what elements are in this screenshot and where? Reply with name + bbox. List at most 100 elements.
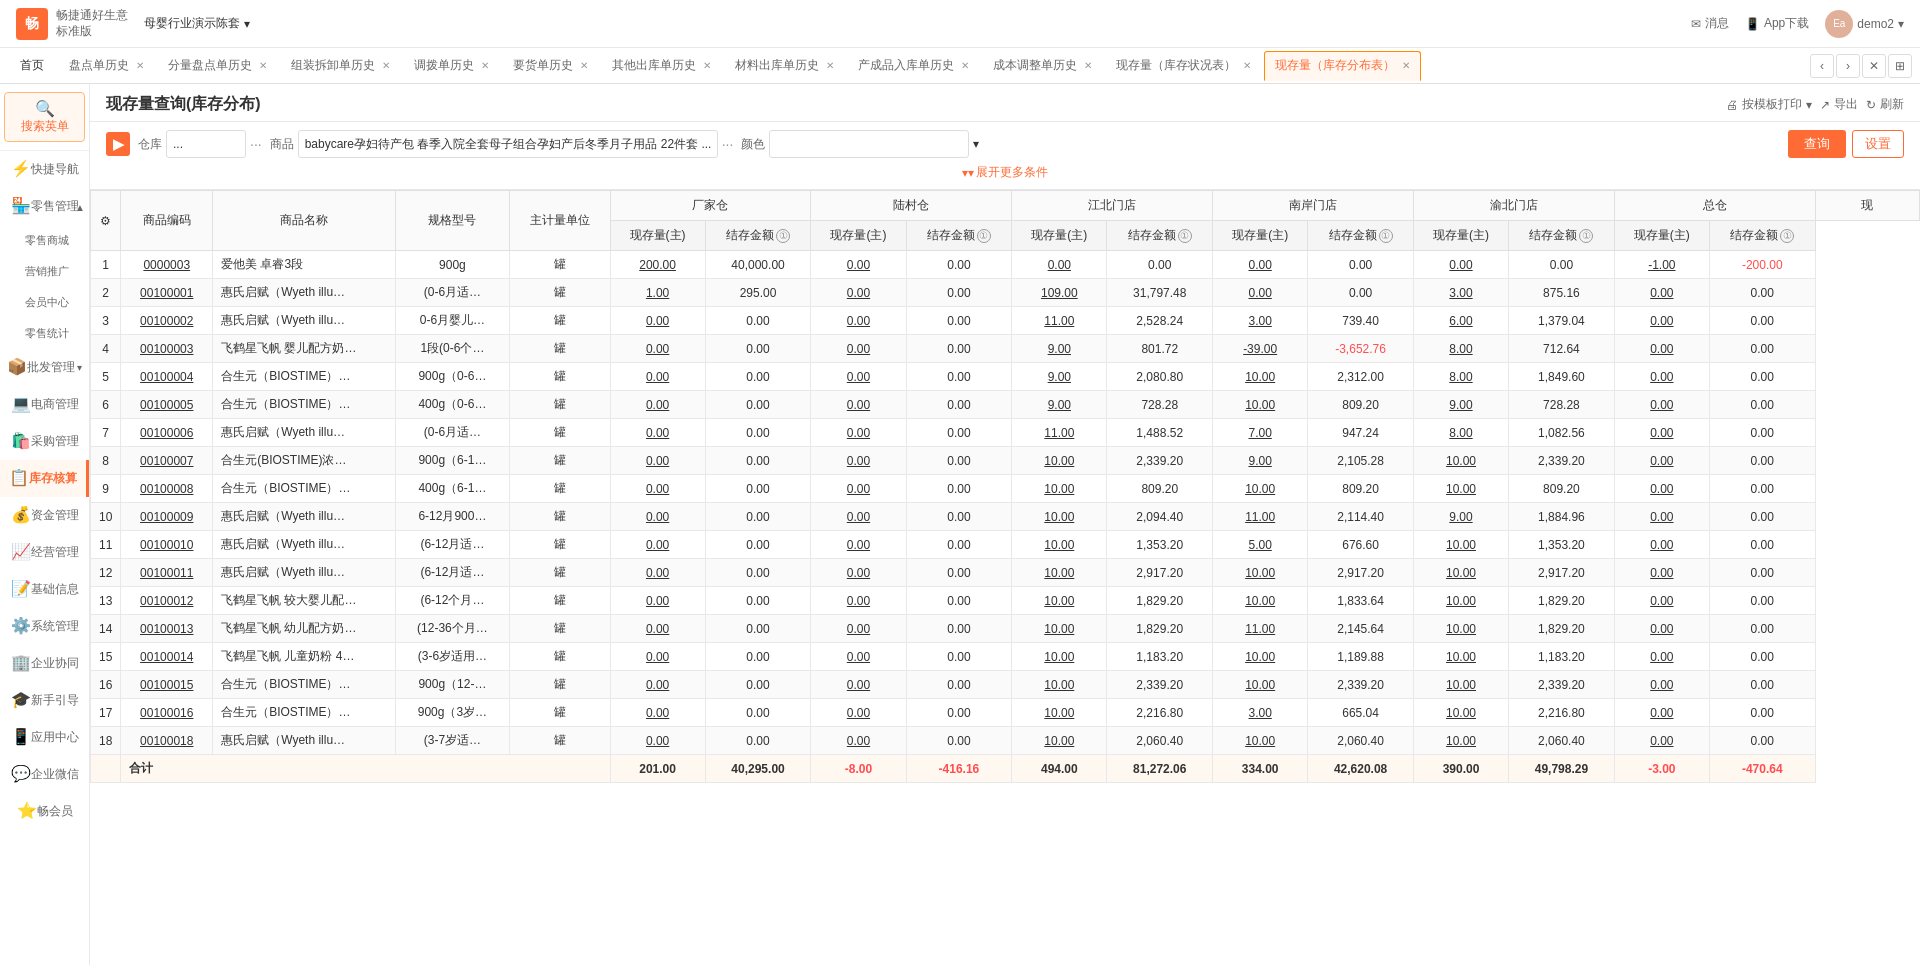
table-cell[interactable]: 10.00 (1213, 587, 1308, 615)
tab-transfer[interactable]: 调拨单历史 ✕ (403, 51, 500, 81)
table-cell[interactable]: 0.00 (610, 335, 705, 363)
sidebar-search-btn[interactable]: 🔍 搜索英单 (4, 92, 85, 142)
table-cell[interactable]: 0.00 (1614, 503, 1709, 531)
row-code[interactable]: 00100007 (121, 447, 213, 475)
tab-close-all-btn[interactable]: ✕ (1862, 54, 1886, 78)
changfa-amt-info[interactable]: ① (776, 229, 790, 243)
table-cell[interactable]: 11.00 (1213, 503, 1308, 531)
row-code[interactable]: 00100016 (121, 699, 213, 727)
query-btn[interactable]: 查询 (1788, 130, 1846, 158)
table-cell[interactable]: 0.00 (811, 251, 906, 279)
table-cell[interactable]: 0.00 (610, 671, 705, 699)
warehouse-input[interactable] (166, 130, 246, 158)
row-code[interactable]: 00100009 (121, 503, 213, 531)
table-cell[interactable]: 0.00 (811, 307, 906, 335)
table-cell[interactable]: 3.00 (1413, 279, 1508, 307)
sidebar-item-purchase[interactable]: 🛍️ 采购管理 (0, 423, 89, 460)
table-cell[interactable]: -1.00 (1614, 251, 1709, 279)
table-cell[interactable]: 0.00 (811, 363, 906, 391)
row-code[interactable]: 00100002 (121, 307, 213, 335)
table-cell[interactable]: 9.00 (1213, 447, 1308, 475)
table-cell[interactable]: 10.00 (1413, 447, 1508, 475)
table-cell[interactable]: 10.00 (1413, 699, 1508, 727)
sidebar-item-appcenter[interactable]: 📱 应用中心 (0, 719, 89, 756)
table-cell[interactable]: 0.00 (1213, 251, 1308, 279)
tab-close-material-out[interactable]: ✕ (826, 60, 834, 71)
product-more-btn[interactable]: ··· (722, 136, 734, 152)
row-code[interactable]: 00100004 (121, 363, 213, 391)
export-btn[interactable]: ↗ 导出 (1820, 96, 1858, 113)
table-cell[interactable]: 0.00 (1614, 727, 1709, 755)
sidebar-item-system[interactable]: ⚙️ 系统管理 (0, 608, 89, 645)
table-cell[interactable]: 0.00 (811, 447, 906, 475)
table-cell[interactable]: 0.00 (811, 559, 906, 587)
table-cell[interactable]: 10.00 (1413, 531, 1508, 559)
sidebar-item-retail-stat[interactable]: 零售统计 (0, 318, 89, 349)
table-cell[interactable]: 10.00 (1012, 671, 1107, 699)
table-cell[interactable]: 3.00 (1213, 699, 1308, 727)
table-cell[interactable]: 11.00 (1012, 307, 1107, 335)
tab-close-stock-status[interactable]: ✕ (1243, 60, 1251, 71)
sidebar-item-membership[interactable]: ⭐ 畅会员 (0, 793, 89, 830)
table-cell[interactable]: 0.00 (610, 363, 705, 391)
row-code[interactable]: 00100010 (121, 531, 213, 559)
row-code[interactable]: 00100001 (121, 279, 213, 307)
tab-close-requisition[interactable]: ✕ (580, 60, 588, 71)
row-code[interactable]: 00100005 (121, 391, 213, 419)
table-cell[interactable]: 8.00 (1413, 335, 1508, 363)
sidebar-item-newguide[interactable]: 🎓 新手引导 (0, 682, 89, 719)
table-cell[interactable]: 0.00 (1614, 335, 1709, 363)
table-cell[interactable]: 3.00 (1213, 307, 1308, 335)
table-cell[interactable]: 1.00 (610, 279, 705, 307)
table-cell[interactable]: 10.00 (1413, 587, 1508, 615)
row-code[interactable]: 00100006 (121, 419, 213, 447)
sidebar-item-basic[interactable]: 📝 基础信息 (0, 571, 89, 608)
tab-close-product-in[interactable]: ✕ (961, 60, 969, 71)
tab-assembly[interactable]: 组装拆卸单历史 ✕ (280, 51, 401, 81)
table-cell[interactable]: 0.00 (610, 419, 705, 447)
table-cell[interactable]: 10.00 (1413, 643, 1508, 671)
table-cell[interactable]: 0.00 (811, 615, 906, 643)
table-cell[interactable]: 0.00 (811, 587, 906, 615)
product-input[interactable] (298, 130, 718, 158)
table-cell[interactable]: 0.00 (811, 419, 906, 447)
tab-expand-btn[interactable]: ⊞ (1888, 54, 1912, 78)
tab-prev-btn[interactable]: ‹ (1810, 54, 1834, 78)
table-cell[interactable]: 0.00 (610, 587, 705, 615)
table-cell[interactable]: 0.00 (610, 531, 705, 559)
table-cell[interactable]: 0.00 (811, 503, 906, 531)
table-cell[interactable]: 0.00 (811, 671, 906, 699)
row-code[interactable]: 00100008 (121, 475, 213, 503)
table-cell[interactable]: 9.00 (1413, 503, 1508, 531)
table-cell[interactable]: 0.00 (1413, 251, 1508, 279)
table-cell[interactable]: 10.00 (1413, 671, 1508, 699)
table-cell[interactable]: 10.00 (1012, 447, 1107, 475)
table-cell[interactable]: 10.00 (1012, 643, 1107, 671)
table-cell[interactable]: 0.00 (1614, 363, 1709, 391)
row-code[interactable]: 0000003 (121, 251, 213, 279)
sidebar-item-marketing[interactable]: 营销推广 (0, 256, 89, 287)
sidebar-item-finance[interactable]: 💰 资金管理 (0, 497, 89, 534)
table-cell[interactable]: 10.00 (1213, 475, 1308, 503)
color-input[interactable] (769, 130, 969, 158)
table-cell[interactable]: 5.00 (1213, 531, 1308, 559)
expand-filter-btn[interactable]: ▾▾ 展开更多条件 (962, 164, 1048, 181)
table-cell[interactable]: 0.00 (610, 391, 705, 419)
message-btn[interactable]: ✉ 消息 (1691, 15, 1729, 32)
sidebar-item-quicknav[interactable]: ⚡ 快捷导航 (0, 151, 89, 188)
table-cell[interactable]: 0.00 (1614, 391, 1709, 419)
nanan-amt-info[interactable]: ① (1379, 229, 1393, 243)
table-cell[interactable]: -39.00 (1213, 335, 1308, 363)
tab-next-btn[interactable]: › (1836, 54, 1860, 78)
col-gear[interactable]: ⚙ (91, 191, 121, 251)
table-cell[interactable]: 0.00 (1614, 699, 1709, 727)
table-cell[interactable]: 0.00 (610, 307, 705, 335)
table-cell[interactable]: 10.00 (1012, 699, 1107, 727)
table-cell[interactable]: 10.00 (1213, 727, 1308, 755)
tab-close-assembly[interactable]: ✕ (382, 60, 390, 71)
table-cell[interactable]: 9.00 (1012, 391, 1107, 419)
table-cell[interactable]: 0.00 (1614, 559, 1709, 587)
table-cell[interactable]: 10.00 (1213, 643, 1308, 671)
row-code[interactable]: 00100012 (121, 587, 213, 615)
table-cell[interactable]: 0.00 (1614, 419, 1709, 447)
